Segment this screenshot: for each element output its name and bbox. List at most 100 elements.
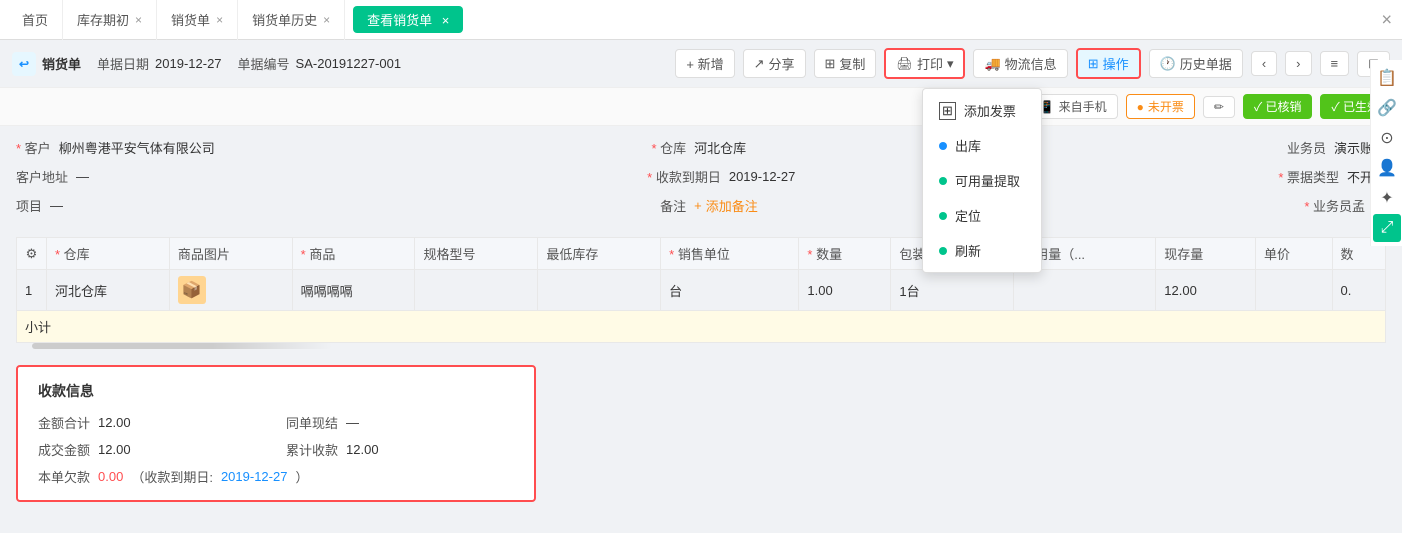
print-dropdown-arrow[interactable]: ▾ <box>947 56 954 72</box>
outbound-label: 出库 <box>955 136 981 155</box>
project-value[interactable]: — <box>50 198 63 213</box>
new-button[interactable]: + 新增 <box>675 49 734 78</box>
sidebar-icon-star[interactable]: ✦ <box>1373 184 1401 212</box>
tab-sales-history-close[interactable]: × <box>323 13 330 27</box>
dot-teal3-icon <box>939 247 947 255</box>
warehouse-label: 仓库 <box>651 138 686 157</box>
edit-icon-btn[interactable]: ✏ <box>1203 96 1235 118</box>
customer-value[interactable]: 柳州粤港平安气体有限公司 <box>59 138 215 157</box>
locate-label: 定位 <box>955 206 981 225</box>
owed-paren-close: ） <box>295 467 308 486</box>
share-icon: ↗ <box>754 56 765 72</box>
refresh-label: 刷新 <box>955 241 981 260</box>
cell-amount: 0. <box>1332 270 1385 311</box>
doc-no-value: SA-20191227-001 <box>296 56 402 71</box>
from-phone-label: 来自手机 <box>1059 98 1107 115</box>
edit-icon: ✏ <box>1214 100 1224 114</box>
add-invoice-label: 添加发票 <box>964 101 1016 120</box>
tab-sales-history[interactable]: 销货单历史 × <box>238 0 345 40</box>
biz-staff-label: 业务员孟 <box>1304 196 1365 215</box>
dropdown-locate[interactable]: 定位 <box>923 198 1041 233</box>
project-label: 项目 <box>16 196 42 215</box>
subtotal-label: 小计 <box>17 311 1386 343</box>
owed-value: 0.00 <box>98 469 123 484</box>
doc-date-value: 2019-12-27 <box>155 56 222 71</box>
scroll-hint[interactable] <box>32 343 332 349</box>
doc-no-field: 单据编号 SA-20191227-001 <box>238 54 402 73</box>
cell-product[interactable]: 嗝嗝嗝嗝 <box>292 270 415 311</box>
view-sales-tab-btn[interactable]: 查看销货单 × <box>353 6 463 33</box>
due-date-label: 收款到期日 <box>647 167 721 186</box>
sidebar-icon-expand[interactable]: ⤢ <box>1373 214 1401 242</box>
toolbar-right: + 新增 ↗ 分享 ⊞ 复制 🖨 打印 ▾ 🚚 物流信息 ⊞ 操作 🕐 历史单 <box>675 48 1390 79</box>
view-sales-label: 查看销货单 <box>367 13 432 28</box>
cell-row-num: 1 <box>17 270 47 311</box>
form-row-2: 客户地址 — 收款到期日 2019-12-27 票据类型 不开票 <box>16 167 1386 186</box>
not-open-btn[interactable]: ● 未开票 <box>1126 94 1195 119</box>
doc-date-field: 单据日期 2019-12-27 <box>97 54 222 73</box>
form-area: 客户 柳州粤港平安气体有限公司 仓库 河北仓库 业务员 演示账号 客户地址 — … <box>0 126 1402 237</box>
window-close-icon[interactable]: × <box>1381 9 1392 30</box>
tab-home-label: 首页 <box>22 10 48 29</box>
project-field: 项目 — <box>16 196 660 215</box>
add-remark-btn[interactable]: + 添加备注 <box>694 196 758 215</box>
prev-icon: ‹ <box>1262 56 1266 71</box>
dot-teal2-icon <box>939 212 947 220</box>
col-spec: 规格型号 <box>415 238 538 270</box>
col-min-stock: 最低库存 <box>538 238 661 270</box>
cell-available <box>1014 270 1156 311</box>
due-date-value[interactable]: 2019-12-27 <box>729 169 796 184</box>
dropdown-outbound[interactable]: 出库 <box>923 128 1041 163</box>
print-button[interactable]: 🖨 打印 ▾ <box>884 48 965 79</box>
customer-field: 客户 柳州粤港平安气体有限公司 <box>16 138 651 157</box>
copy-button[interactable]: ⊞ 复制 <box>814 49 877 78</box>
col-settings[interactable]: ⚙ <box>17 238 47 270</box>
confirmed-btn[interactable]: ✓ 已核销 <box>1243 94 1313 119</box>
prev-button[interactable]: ‹ <box>1251 51 1277 76</box>
operate-button[interactable]: ⊞ 操作 <box>1076 48 1141 79</box>
owed-paren-open: （收款到期日: <box>131 467 213 486</box>
addr-value[interactable]: — <box>76 169 89 184</box>
share-button[interactable]: ↗ 分享 <box>743 49 806 78</box>
confirmed-label: ✓ 已核销 <box>1254 98 1302 115</box>
dropdown-available-extract[interactable]: 可用量提取 <box>923 163 1041 198</box>
sub-toolbar: 📱 来自手机 ● 未开票 ✏ ✓ 已核销 ✓ 已生效 <box>0 88 1402 126</box>
dropdown-add-invoice[interactable]: ⊞ 添加发票 <box>923 93 1041 128</box>
cell-warehouse: 河北仓库 <box>47 270 170 311</box>
view-sales-close[interactable]: × <box>442 13 450 28</box>
accumulated-value: 12.00 <box>346 442 379 457</box>
table-area: ⚙ * 仓库 商品图片 * 商品 规格型号 最低库存 * 销售单位 * 数量 包… <box>0 237 1402 357</box>
dropdown-refresh[interactable]: 刷新 <box>923 233 1041 268</box>
history-button[interactable]: 🕐 历史单据 <box>1149 49 1243 78</box>
collection-total: 金额合计 12.00 <box>38 413 266 432</box>
next-button[interactable]: › <box>1285 51 1311 76</box>
subtotal-row: 小计 <box>17 311 1386 343</box>
tab-inventory-init[interactable]: 库存期初 × <box>63 0 157 40</box>
right-sidebar: 📋 🔗 ⊙ 👤 ✦ ⤢ <box>1370 60 1402 246</box>
col-warehouse: * 仓库 <box>47 238 170 270</box>
plus-icon: + <box>694 198 702 213</box>
warehouse-value[interactable]: 河北仓库 <box>694 138 746 157</box>
cell-unit-price <box>1255 270 1332 311</box>
collection-title: 收款信息 <box>38 381 514 401</box>
copy-icon: ⊞ <box>825 56 836 72</box>
doc-date-label: 单据日期 <box>97 54 149 73</box>
print-label: 打印 <box>917 54 943 73</box>
dot-blue-icon <box>939 142 947 150</box>
logistics-button[interactable]: 🚚 物流信息 <box>973 49 1067 78</box>
add-remark-label: 添加备注 <box>706 196 758 215</box>
owed-date: 2019-12-27 <box>221 469 288 484</box>
tab-sales-order[interactable]: 销货单 × <box>157 0 238 40</box>
doc-icon: ↩ <box>12 52 36 76</box>
sidebar-icon-clipboard[interactable]: 📋 <box>1373 64 1401 92</box>
sidebar-icon-link[interactable]: 🔗 <box>1373 94 1401 122</box>
tab-inventory-init-close[interactable]: × <box>135 13 142 27</box>
tab-home[interactable]: 首页 <box>8 0 63 40</box>
sidebar-icon-circle[interactable]: ⊙ <box>1373 124 1401 152</box>
list-view-button[interactable]: ≡ <box>1320 51 1350 76</box>
collection-box: 收款信息 金额合计 12.00 同单现结 — 成交金额 12.00 累计收款 1… <box>16 365 536 502</box>
sidebar-icon-user[interactable]: 👤 <box>1373 154 1401 182</box>
tab-sales-order-close[interactable]: × <box>216 13 223 27</box>
new-label: + 新增 <box>686 54 723 73</box>
collection-grid: 金额合计 12.00 同单现结 — 成交金额 12.00 累计收款 12.00 … <box>38 413 514 486</box>
